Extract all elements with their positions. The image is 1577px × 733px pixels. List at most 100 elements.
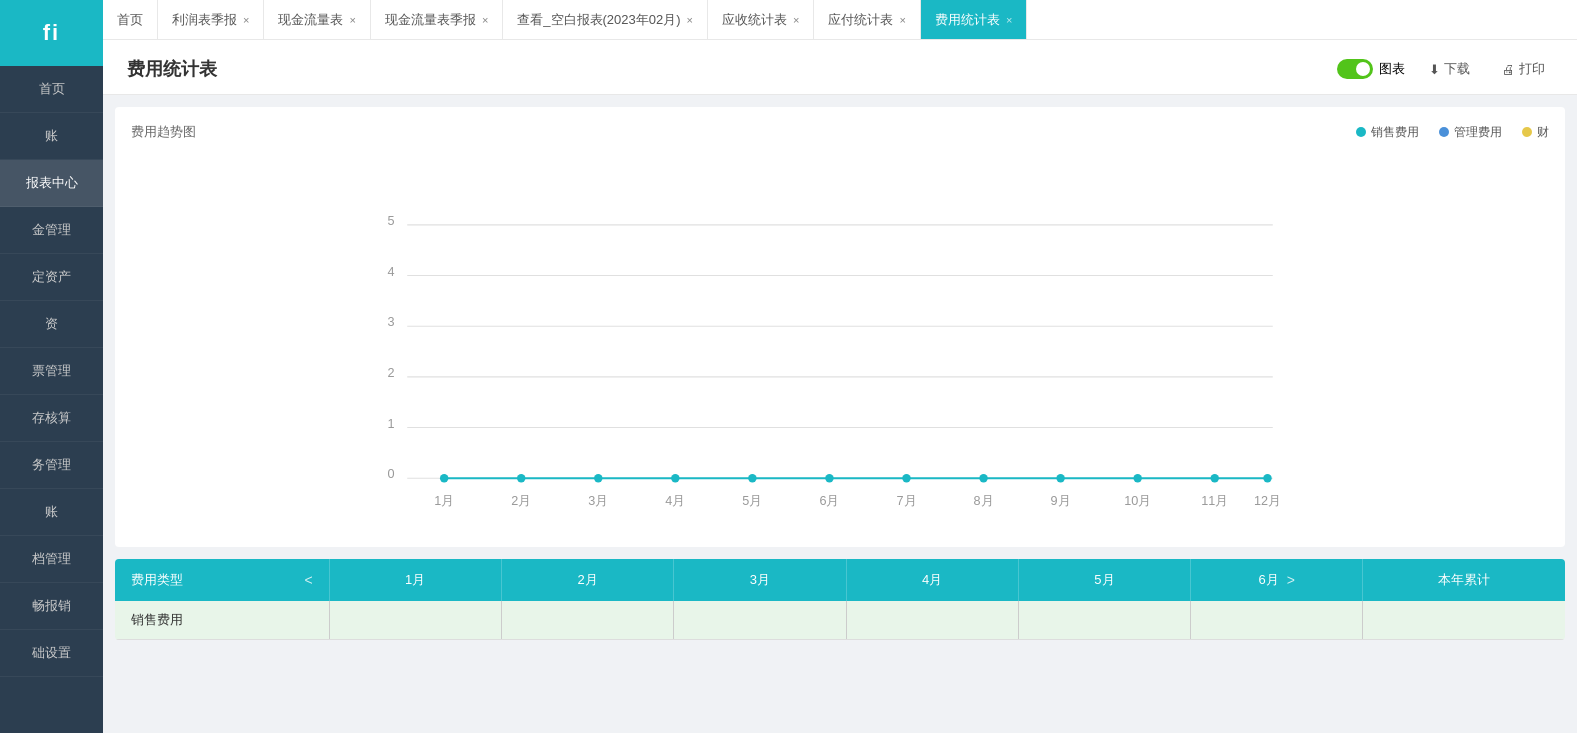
svg-text:8月: 8月 — [974, 494, 994, 508]
header-actions: 图表 ⬇ 下载 🖨 打印 — [1337, 56, 1553, 82]
sidebar-item-archive[interactable]: 档管理 — [0, 536, 103, 583]
legend-finance: 财 — [1522, 124, 1549, 141]
tab-expense-stats[interactable]: 费用统计表 × — [921, 0, 1027, 40]
tab-close-payable[interactable]: × — [899, 14, 905, 26]
chart-toggle[interactable] — [1337, 59, 1373, 79]
td-sales-ytd — [1363, 601, 1565, 639]
td-sales-m2 — [502, 601, 674, 639]
sidebar-item-capital[interactable]: 资 — [0, 301, 103, 348]
sidebar-logo: fi — [0, 0, 103, 66]
tab-receivable[interactable]: 应收统计表 × — [708, 0, 814, 40]
svg-point-30 — [902, 474, 910, 482]
tab-close-cashflow-quarterly[interactable]: × — [482, 14, 488, 26]
svg-text:10月: 10月 — [1124, 494, 1151, 508]
sidebar-item-home[interactable]: 首页 — [0, 66, 103, 113]
table-nav-prev[interactable]: < — [304, 572, 312, 588]
svg-text:5: 5 — [388, 214, 395, 228]
sidebar-item-expense[interactable]: 畅报销 — [0, 583, 103, 630]
sidebar-item-assets[interactable]: 定资产 — [0, 254, 103, 301]
th-month4: 4月 — [847, 559, 1019, 601]
chart-header: 费用趋势图 销售费用 管理费用 财 — [131, 123, 1549, 141]
chart-legend: 销售费用 管理费用 财 — [1356, 124, 1549, 141]
svg-text:0: 0 — [388, 467, 395, 481]
chart-title: 费用趋势图 — [131, 123, 196, 141]
page-header: 费用统计表 图表 ⬇ 下载 🖨 打印 — [103, 40, 1577, 95]
data-table-section: 费用类型 < 1月 2月 3月 4月 5月 6月 > 本年累计 销售费用 — [115, 559, 1565, 640]
tab-close-expense-stats[interactable]: × — [1006, 14, 1012, 26]
svg-text:4: 4 — [388, 265, 395, 279]
sidebar-item-ledger[interactable]: 账 — [0, 489, 103, 536]
tab-profit-quarterly[interactable]: 利润表季报 × — [158, 0, 264, 40]
svg-text:9月: 9月 — [1051, 494, 1071, 508]
sidebar-item-invoice[interactable]: 票管理 — [0, 348, 103, 395]
td-sales-m6 — [1191, 601, 1363, 639]
svg-point-27 — [671, 474, 679, 482]
tab-home[interactable]: 首页 — [103, 0, 158, 40]
svg-point-29 — [825, 474, 833, 482]
legend-admin: 管理费用 — [1439, 124, 1502, 141]
svg-text:7月: 7月 — [896, 494, 916, 508]
svg-point-26 — [594, 474, 602, 482]
legend-label-sales: 销售费用 — [1371, 124, 1419, 141]
chart-toggle-wrap[interactable]: 图表 — [1337, 59, 1405, 79]
legend-dot-admin — [1439, 127, 1449, 137]
svg-point-34 — [1211, 474, 1219, 482]
page-title: 费用统计表 — [127, 57, 217, 81]
print-button[interactable]: 🖨 打印 — [1494, 56, 1553, 82]
svg-point-32 — [1056, 474, 1064, 482]
tab-close-profit-quarterly[interactable]: × — [243, 14, 249, 26]
th-month3: 3月 — [674, 559, 846, 601]
svg-point-24 — [440, 474, 448, 482]
chart-svg: 0 1 2 3 4 5 1月 2月 3月 — [131, 151, 1549, 531]
sidebar-item-settings[interactable]: 础设置 — [0, 630, 103, 677]
td-type-sales: 销售费用 — [115, 601, 330, 639]
legend-sales: 销售费用 — [1356, 124, 1419, 141]
th-type: 费用类型 < — [115, 559, 330, 601]
chart-area: 0 1 2 3 4 5 1月 2月 3月 — [131, 151, 1549, 531]
sidebar-item-service[interactable]: 务管理 — [0, 442, 103, 489]
svg-text:2: 2 — [388, 366, 395, 380]
svg-point-25 — [517, 474, 525, 482]
chart-toggle-label: 图表 — [1379, 60, 1405, 78]
tab-cashflow[interactable]: 现金流量表 × — [264, 0, 370, 40]
sidebar-item-reports[interactable]: 报表中心 — [0, 160, 103, 207]
table-nav-next[interactable]: > — [1287, 572, 1295, 588]
svg-text:5月: 5月 — [742, 494, 762, 508]
tab-cashflow-quarterly[interactable]: 现金流量表季报 × — [371, 0, 503, 40]
svg-text:4月: 4月 — [665, 494, 685, 508]
legend-label-admin: 管理费用 — [1454, 124, 1502, 141]
sidebar-item-cash[interactable]: 金管理 — [0, 207, 103, 254]
tab-close-receivable[interactable]: × — [793, 14, 799, 26]
tab-close-cashflow[interactable]: × — [349, 14, 355, 26]
tab-close-blank-report[interactable]: × — [687, 14, 693, 26]
th-year-total: 本年累计 — [1363, 559, 1565, 601]
th-month5: 5月 — [1019, 559, 1191, 601]
sidebar: fi 首页 账 报表中心 金管理 定资产 资 票管理 存核算 务管理 账 档管理… — [0, 0, 103, 733]
svg-point-35 — [1263, 474, 1271, 482]
legend-label-finance: 财 — [1537, 124, 1549, 141]
svg-point-31 — [979, 474, 987, 482]
svg-point-28 — [748, 474, 756, 482]
legend-dot-sales — [1356, 127, 1366, 137]
tab-bar: 首页 利润表季报 × 现金流量表 × 现金流量表季报 × 查看_空白报表(202… — [103, 0, 1577, 40]
tab-payable[interactable]: 应付统计表 × — [814, 0, 920, 40]
sidebar-item-account[interactable]: 账 — [0, 113, 103, 160]
download-icon: ⬇ — [1429, 62, 1440, 77]
td-sales-m4 — [847, 601, 1019, 639]
td-sales-m1 — [330, 601, 502, 639]
svg-text:3月: 3月 — [588, 494, 608, 508]
print-icon: 🖨 — [1502, 62, 1515, 77]
svg-text:12月: 12月 — [1254, 494, 1281, 508]
table-row-sales: 销售费用 — [115, 601, 1565, 640]
content-area: 费用统计表 图表 ⬇ 下载 🖨 打印 费用趋势图 — [103, 40, 1577, 733]
td-sales-m3 — [674, 601, 846, 639]
svg-text:1月: 1月 — [434, 494, 454, 508]
th-month6: 6月 > — [1191, 559, 1363, 601]
download-button[interactable]: ⬇ 下载 — [1421, 56, 1478, 82]
chart-section: 费用趋势图 销售费用 管理费用 财 — [115, 107, 1565, 547]
svg-point-33 — [1133, 474, 1141, 482]
tab-blank-report[interactable]: 查看_空白报表(2023年02月) × — [503, 0, 708, 40]
td-sales-m5 — [1019, 601, 1191, 639]
sidebar-item-inventory[interactable]: 存核算 — [0, 395, 103, 442]
svg-text:11月: 11月 — [1201, 494, 1228, 508]
